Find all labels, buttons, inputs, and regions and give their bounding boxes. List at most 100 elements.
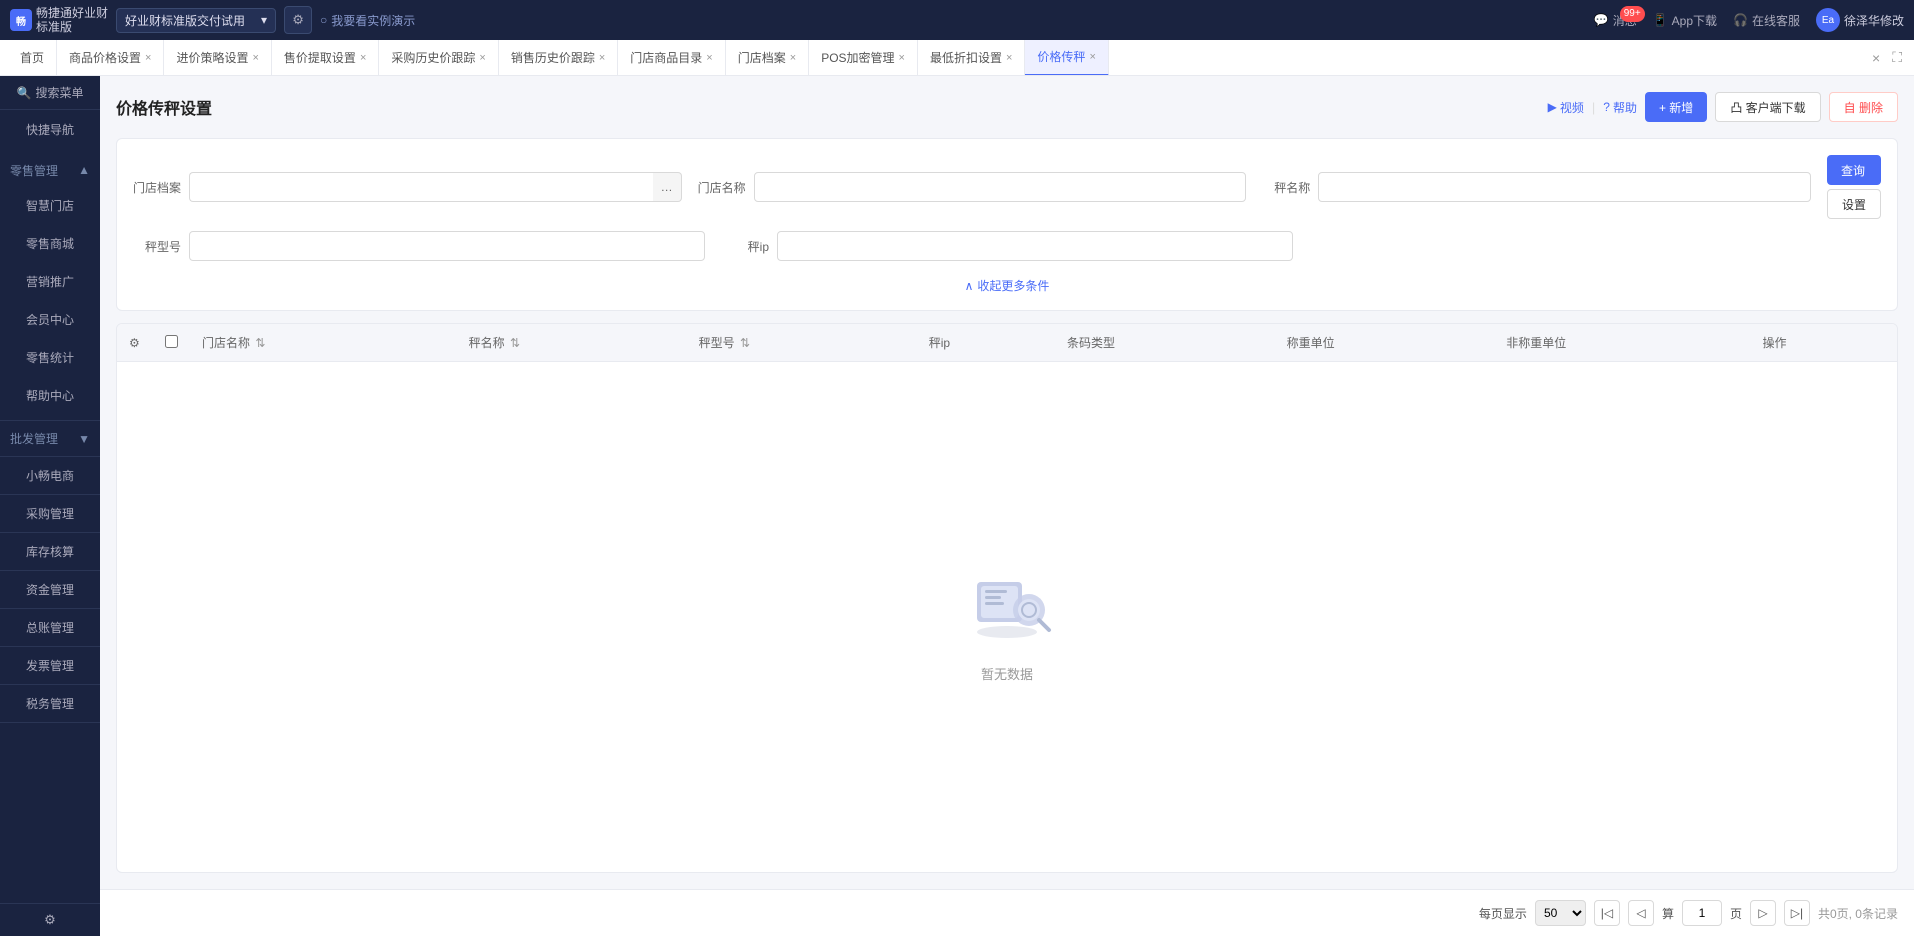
content-area: 价格传秤设置 ▶ 视频 | ? 帮助 + 新增 凸 客户端下载 [100, 76, 1914, 936]
tab-min-discount[interactable]: 最低折扣设置 × [918, 40, 1025, 76]
tab-home[interactable]: 首页 [8, 40, 57, 76]
help-icon: ? [1603, 100, 1610, 114]
page-header: 价格传秤设置 ▶ 视频 | ? 帮助 + 新增 凸 客户端下载 [116, 92, 1898, 122]
sort-icon[interactable]: ⇅ [255, 336, 265, 350]
sidebar-item-smart-store[interactable]: 智慧门店 [0, 186, 100, 224]
play-icon: ○ [320, 13, 327, 27]
message-btn[interactable]: 💬 消息 99+ [1594, 12, 1637, 29]
sidebar-item-retail-mall[interactable]: 零售商城 [0, 224, 100, 262]
tab-close-icon[interactable]: × [790, 52, 796, 64]
logo-icon: 畅 [10, 9, 32, 31]
tab-purchase-history[interactable]: 采购历史价跟踪 × [379, 40, 498, 76]
table-th-non-weigh-unit: 非称重单位 [1494, 324, 1750, 362]
empty-state: 暂无数据 [117, 362, 1897, 872]
tab-close-icon[interactable]: × [145, 52, 151, 64]
query-button[interactable]: 查询 [1827, 155, 1881, 185]
sidebar-item-tax[interactable]: 税务管理 [0, 685, 100, 723]
scale-model-input[interactable] [189, 231, 705, 261]
tab-commodity-price[interactable]: 商品价格设置 × [57, 40, 164, 76]
sidebar: 🔍 搜索菜单 快捷导航 零售管理 ▲ 智慧门店 零售商城 营销推广 会员中心 [0, 76, 100, 936]
tab-sale-price[interactable]: 售价提取设置 × [272, 40, 379, 76]
last-page-btn[interactable]: ▷| [1784, 900, 1810, 926]
scale-ip-field: 秤ip [721, 231, 1293, 261]
chevron-down-icon: ▼ [78, 432, 90, 446]
tab-bar: 首页 商品价格设置 × 进价策略设置 × 售价提取设置 × 采购历史价跟踪 × … [0, 40, 1914, 76]
tab-close-all-icon[interactable]: × [1864, 50, 1888, 66]
settings-icon[interactable]: ⚙ [129, 336, 140, 350]
tab-close-icon[interactable]: × [599, 52, 605, 64]
set-button[interactable]: 设置 [1827, 189, 1881, 219]
sidebar-item-general-ledger[interactable]: 总账管理 [0, 609, 100, 647]
tab-purchase-strategy[interactable]: 进价策略设置 × [164, 40, 271, 76]
video-link[interactable]: ▶ 视频 [1548, 99, 1584, 116]
app-download-btn[interactable]: 📱 App下载 [1653, 12, 1717, 29]
video-icon: ▶ [1548, 100, 1557, 114]
page-number-input[interactable] [1682, 900, 1722, 926]
sidebar-item-purchase[interactable]: 采购管理 [0, 495, 100, 533]
page-size-select[interactable]: 50 10 20 100 [1535, 900, 1586, 926]
tab-close-icon[interactable]: × [360, 52, 366, 64]
sort-icon[interactable]: ⇅ [740, 336, 750, 350]
tab-close-icon[interactable]: × [479, 52, 485, 64]
form-row-2: 秤型号 秤ip [133, 231, 1881, 261]
tab-store-profile[interactable]: 门店档案 × [726, 40, 809, 76]
tab-price-scale[interactable]: 价格传秤 × [1025, 40, 1108, 76]
tab-sale-history[interactable]: 销售历史价跟踪 × [499, 40, 618, 76]
sidebar-section-retail-title[interactable]: 零售管理 ▲ [0, 154, 100, 186]
scale-name-input[interactable] [1318, 172, 1811, 202]
online-service-btn[interactable]: 🎧 在线客服 [1733, 12, 1800, 29]
sidebar-item-small-ecom[interactable]: 小畅电商 [0, 457, 100, 495]
next-page-btn[interactable]: ▷ [1750, 900, 1776, 926]
scale-model-field: 秤型号 [133, 231, 705, 261]
help-link[interactable]: ? 帮助 [1603, 99, 1637, 116]
tab-pos-manage[interactable]: POS加密管理 × [809, 40, 918, 76]
sidebar-item-marketing[interactable]: 营销推广 [0, 262, 100, 300]
add-button[interactable]: + 新增 [1645, 92, 1707, 122]
select-all-checkbox[interactable] [165, 335, 178, 348]
page-content: 价格传秤设置 ▶ 视频 | ? 帮助 + 新增 凸 客户端下载 [100, 76, 1914, 889]
first-page-btn[interactable]: |◁ [1594, 900, 1620, 926]
version-selector[interactable]: 好业财标准版交付试用 ▾ [116, 8, 276, 33]
tab-close-icon[interactable]: × [1089, 51, 1095, 63]
store-profile-field: 门店档案 … [133, 172, 682, 202]
demo-link[interactable]: ○ 我要看实例演示 [320, 12, 415, 29]
empty-icon [957, 552, 1057, 652]
tab-close-icon[interactable]: × [706, 52, 712, 64]
tab-store-catalog[interactable]: 门店商品目录 × [618, 40, 725, 76]
empty-text: 暂无数据 [981, 664, 1033, 683]
page-info: 共0页, 0条记录 [1818, 905, 1898, 922]
scale-model-label: 秤型号 [133, 238, 181, 255]
sidebar-item-member[interactable]: 会员中心 [0, 300, 100, 338]
sidebar-item-help-center[interactable]: 帮助中心 [0, 376, 100, 414]
settings-icon[interactable]: ⚙ [284, 6, 312, 34]
collapse-btn[interactable]: ∧ 收起更多条件 [133, 273, 1881, 294]
table-th-action: 操作 [1751, 324, 1898, 362]
table-th-scale-ip: 秤ip [917, 324, 1055, 362]
download-button[interactable]: 凸 客户端下载 [1715, 92, 1820, 122]
sidebar-item-invoice[interactable]: 发票管理 [0, 647, 100, 685]
sidebar-item-inventory[interactable]: 库存核算 [0, 533, 100, 571]
tab-close-icon[interactable]: × [252, 52, 258, 64]
search-icon: 🔍 [17, 86, 32, 100]
sidebar-search[interactable]: 🔍 搜索菜单 [0, 76, 100, 110]
sidebar-item-quick-nav[interactable]: 快捷导航 [0, 110, 100, 148]
store-profile-addon[interactable]: … [653, 172, 682, 202]
prev-page-btn[interactable]: ◁ [1628, 900, 1654, 926]
user-info[interactable]: Ea 徐泽华修改 [1816, 8, 1904, 32]
tab-close-icon[interactable]: × [899, 52, 905, 64]
tab-close-icon[interactable]: × [1006, 52, 1012, 64]
tab-fullscreen-icon[interactable]: ⛶ [1888, 49, 1906, 66]
delete-button[interactable]: 自 删除 [1829, 92, 1898, 122]
sidebar-settings-btn[interactable]: ⚙ [0, 903, 100, 936]
store-name-input[interactable] [754, 172, 1247, 202]
scale-ip-input[interactable] [777, 231, 1293, 261]
sort-icon[interactable]: ⇅ [510, 336, 520, 350]
table-th-check [153, 324, 190, 362]
store-profile-label: 门店档案 [133, 179, 181, 196]
sidebar-item-retail-stats[interactable]: 零售统计 [0, 338, 100, 376]
headset-icon: 🎧 [1733, 13, 1748, 27]
sidebar-item-finance[interactable]: 资金管理 [0, 571, 100, 609]
sidebar-section-wholesale-title[interactable]: 批发管理 ▼ [0, 421, 100, 457]
message-icon: 💬 [1594, 13, 1609, 27]
store-profile-input[interactable] [189, 172, 653, 202]
